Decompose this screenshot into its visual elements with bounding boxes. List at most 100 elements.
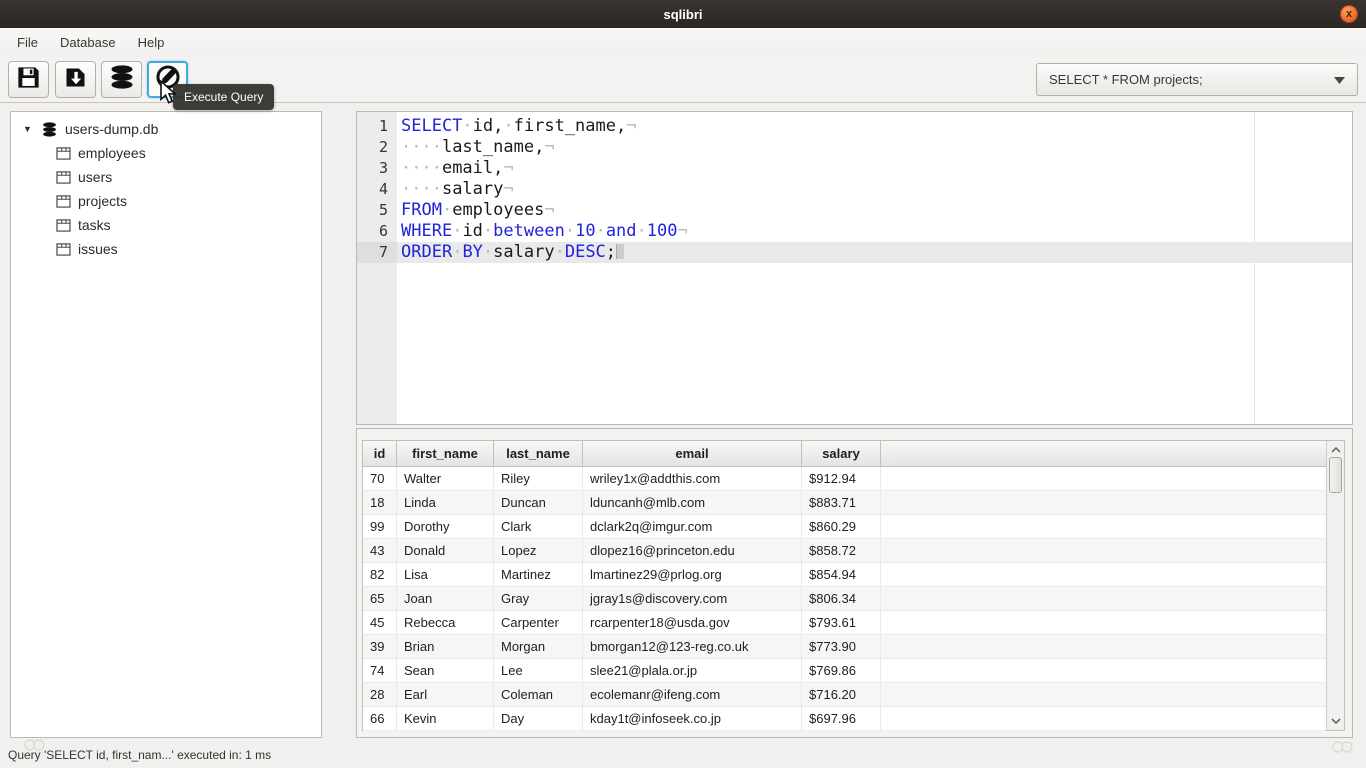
database-button[interactable] — [101, 61, 142, 98]
cell-salary: $793.61 — [802, 611, 881, 634]
sql-editor[interactable]: 1 SELECT·id,·first_name,¬ 2 ····last_name,¬… — [356, 111, 1353, 425]
editor-line-5[interactable]: 5 FROM·employees¬ — [357, 200, 1352, 221]
table-name: employees — [78, 145, 146, 161]
resize-grip-icon[interactable] — [22, 738, 48, 757]
column-header-filler — [881, 441, 1326, 467]
editor-line-2[interactable]: 2 ····last_name,¬ — [357, 137, 1352, 158]
table-row[interactable]: 28 Earl Coleman ecolemanr@ifeng.com $716.20 — [363, 683, 1326, 707]
cell-first_name: Rebecca — [397, 611, 494, 634]
import-arrow-icon — [62, 64, 89, 96]
cell-first_name: Dorothy — [397, 515, 494, 538]
tree-item-database[interactable]: ▼ users-dump.db — [11, 117, 321, 141]
cell-salary: $716.20 — [802, 683, 881, 706]
menu-item-database[interactable]: Database — [49, 30, 127, 55]
cell-id: 74 — [363, 659, 397, 682]
tree-item-table-issues[interactable]: issues — [11, 237, 321, 261]
resize-grip-icon[interactable] — [1330, 740, 1356, 759]
table-row[interactable]: 66 Kevin Day kday1t@infoseek.co.jp $697.96 — [363, 707, 1326, 731]
menubar: File Database Help — [0, 28, 1366, 57]
cell-salary: $912.94 — [802, 467, 881, 490]
scroll-up-icon[interactable] — [1327, 443, 1345, 457]
titlebar[interactable]: sqlibri x — [0, 0, 1366, 28]
scroll-down-icon[interactable] — [1327, 714, 1345, 728]
column-header-first_name[interactable]: first_name — [397, 441, 494, 467]
editor-line-4[interactable]: 4 ····salary¬ — [357, 179, 1352, 200]
close-window-button[interactable]: x — [1340, 5, 1358, 23]
tree-item-table-projects[interactable]: projects — [11, 189, 321, 213]
statusbar: Query 'SELECT id, first_nam...' executed… — [0, 741, 1366, 768]
cell-id: 18 — [363, 491, 397, 514]
cell-filler — [881, 611, 1326, 634]
cell-filler — [881, 515, 1326, 538]
column-header-last_name[interactable]: last_name — [494, 441, 583, 467]
editor-line-1[interactable]: 1 SELECT·id,·first_name,¬ — [357, 116, 1352, 137]
column-header-id[interactable]: id — [363, 441, 397, 467]
cell-salary: $806.34 — [802, 587, 881, 610]
editor-line-7[interactable]: 7 ORDER·BY·salary·DESC; — [357, 242, 1352, 263]
table-row[interactable]: 43 Donald Lopez dlopez16@princeton.edu $858.… — [363, 539, 1326, 563]
tree-item-table-employees[interactable]: employees — [11, 141, 321, 165]
table-icon — [56, 194, 71, 208]
cell-id: 39 — [363, 635, 397, 658]
editor-line-6[interactable]: 6 WHERE·id·between·10·and·100¬ — [357, 221, 1352, 242]
cell-filler — [881, 539, 1326, 562]
cell-first_name: Donald — [397, 539, 494, 562]
cell-filler — [881, 587, 1326, 610]
expander-triangle-icon[interactable]: ▼ — [23, 124, 37, 134]
column-header-email[interactable]: email — [583, 441, 802, 467]
cell-first_name: Sean — [397, 659, 494, 682]
cell-filler — [881, 491, 1326, 514]
cell-salary: $697.96 — [802, 707, 881, 730]
table-row[interactable]: 65 Joan Gray jgray1s@discovery.com $806.34 — [363, 587, 1326, 611]
table-row[interactable]: 39 Brian Morgan bmorgan12@123-reg.co.uk $773… — [363, 635, 1326, 659]
column-header-salary[interactable]: salary — [802, 441, 881, 467]
cell-email: jgray1s@discovery.com — [583, 587, 802, 610]
cell-id: 45 — [363, 611, 397, 634]
cell-id: 28 — [363, 683, 397, 706]
cell-salary: $860.29 — [802, 515, 881, 538]
cell-last_name: Duncan — [494, 491, 583, 514]
line-number: 2 — [378, 138, 388, 156]
scrollbar-thumb[interactable] — [1329, 457, 1342, 493]
cell-salary: $773.90 — [802, 635, 881, 658]
cell-last_name: Gray — [494, 587, 583, 610]
cell-email: dlopez16@princeton.edu — [583, 539, 802, 562]
results-scrollbar[interactable] — [1326, 441, 1344, 730]
editor-line-3[interactable]: 3 ····email,¬ — [357, 158, 1352, 179]
query-history-value: SELECT * FROM projects; — [1049, 72, 1203, 87]
cell-last_name: Lee — [494, 659, 583, 682]
line-text: SELECT·id,·first_name,¬ — [401, 116, 637, 136]
tree-item-table-users[interactable]: users — [11, 165, 321, 189]
table-row[interactable]: 99 Dorothy Clark dclark2q@imgur.com $860.29 — [363, 515, 1326, 539]
cell-filler — [881, 635, 1326, 658]
database-icon — [108, 63, 136, 96]
table-name: projects — [78, 193, 128, 209]
window-title: sqlibri — [663, 6, 703, 22]
import-button[interactable] — [55, 61, 96, 98]
table-row[interactable]: 70 Walter Riley wriley1x@addthis.com $912.94 — [363, 467, 1326, 491]
cell-last_name: Day — [494, 707, 583, 730]
results-panel: id first_name last_name email salary 70 Walter… — [356, 428, 1353, 738]
table-row[interactable]: 74 Sean Lee slee21@plala.or.jp $769.86 — [363, 659, 1326, 683]
chevron-down-icon — [1334, 71, 1345, 89]
menu-item-file[interactable]: File — [6, 30, 49, 55]
app-window: { "window": { "title": "sqlibri", "close… — [0, 0, 1366, 768]
cell-id: 43 — [363, 539, 397, 562]
query-history-combo[interactable]: SELECT * FROM projects; — [1036, 63, 1358, 96]
table-row[interactable]: 18 Linda Duncan lduncanh@mlb.com $883.71 — [363, 491, 1326, 515]
line-text: ····last_name,¬ — [401, 137, 555, 157]
cell-salary: $769.86 — [802, 659, 881, 682]
tooltip: Execute Query — [173, 84, 275, 110]
table-name: users — [78, 169, 113, 185]
line-text: ····salary¬ — [401, 179, 514, 199]
cell-email: bmorgan12@123-reg.co.uk — [583, 635, 802, 658]
table-row[interactable]: 45 Rebecca Carpenter rcarpenter18@usda.gov $… — [363, 611, 1326, 635]
cell-last_name: Lopez — [494, 539, 583, 562]
line-text: ····email,¬ — [401, 158, 514, 178]
menu-item-help[interactable]: Help — [127, 30, 176, 55]
tree-item-table-tasks[interactable]: tasks — [11, 213, 321, 237]
line-text: FROM·employees¬ — [401, 200, 555, 220]
save-button[interactable] — [8, 61, 49, 98]
table-row[interactable]: 82 Lisa Martinez lmartinez29@prlog.org $854.… — [363, 563, 1326, 587]
database-name: users-dump.db — [65, 121, 159, 137]
